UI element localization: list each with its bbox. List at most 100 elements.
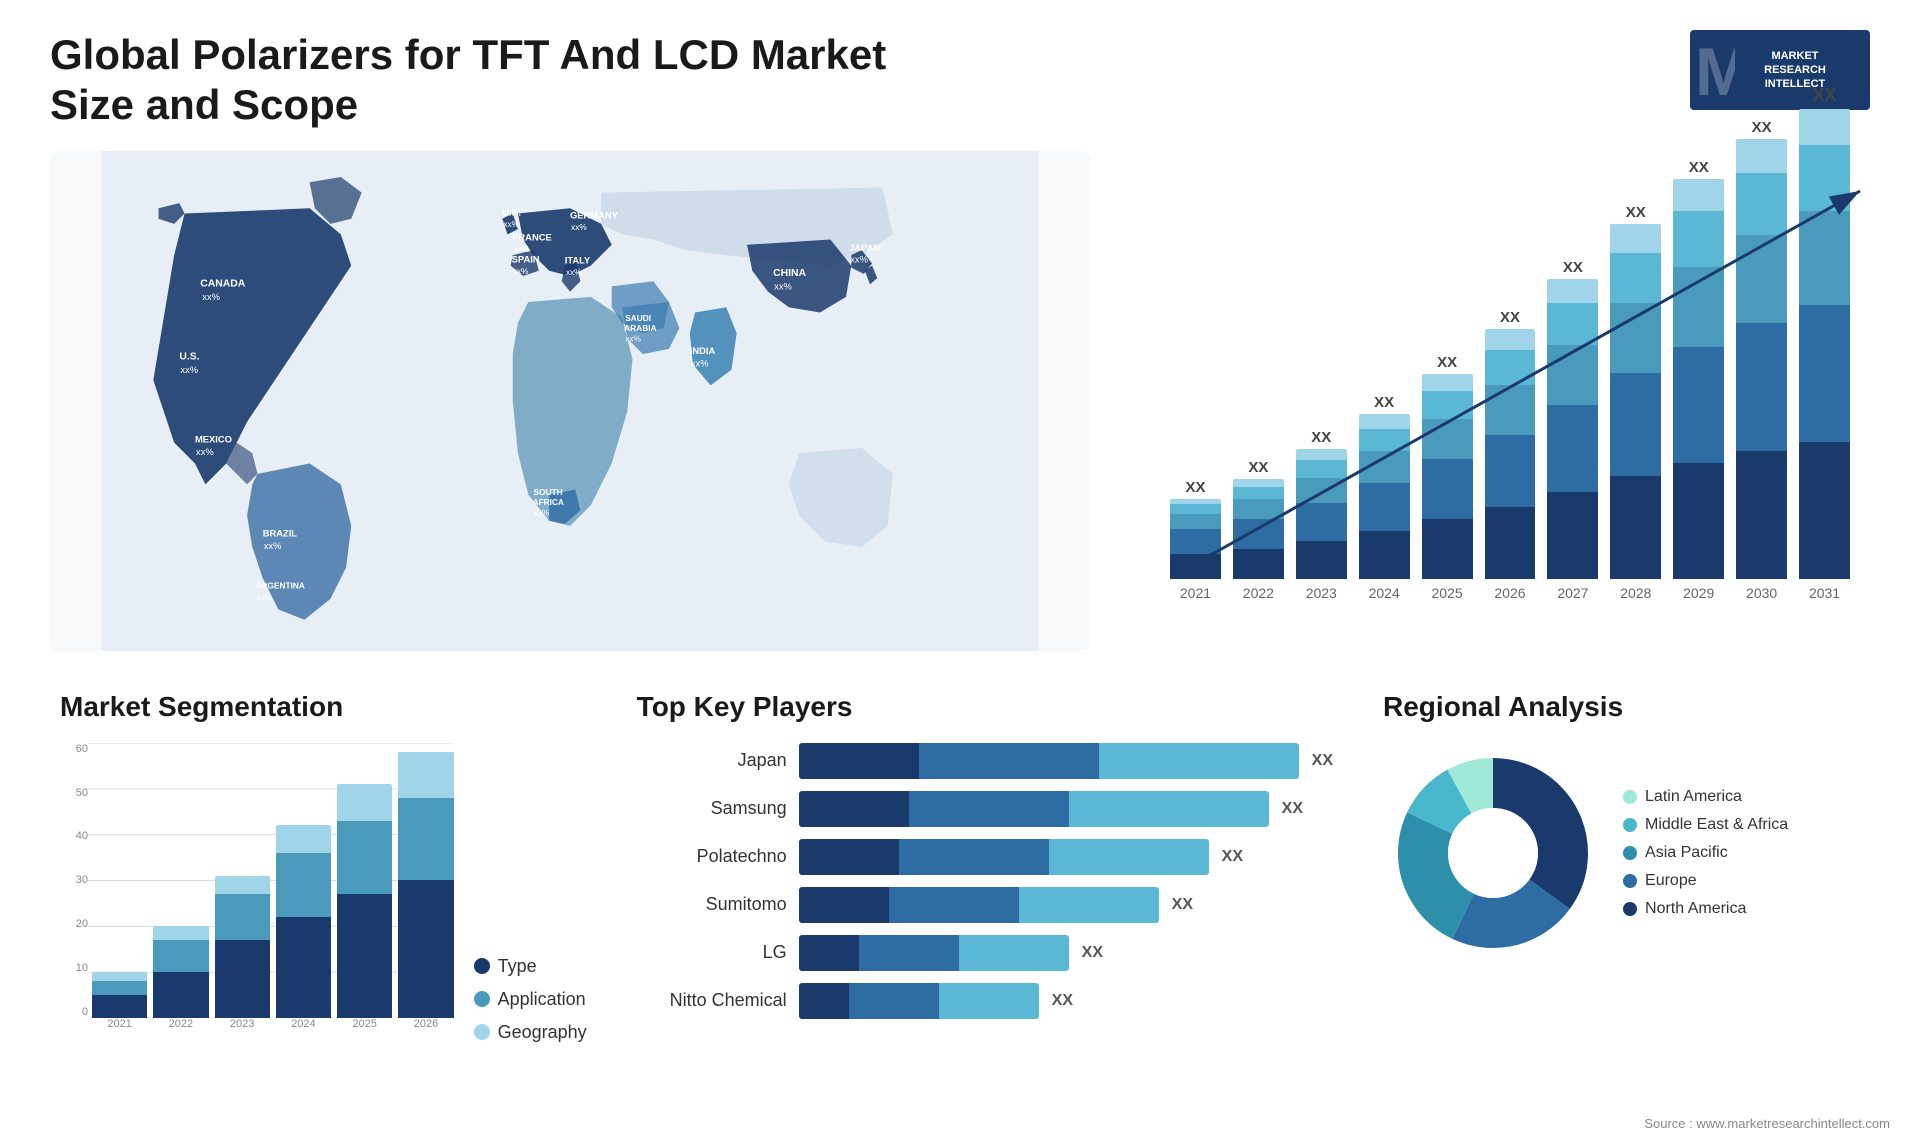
seg-bars-inner bbox=[92, 743, 454, 1018]
player-row-samsung: Samsung XX bbox=[637, 791, 1333, 827]
donut-chart bbox=[1383, 743, 1603, 963]
player-name-sumitomo: Sumitomo bbox=[637, 894, 787, 915]
bar-2031: XX 2031 bbox=[1799, 85, 1850, 601]
seg-bar-2021 bbox=[92, 972, 147, 1018]
market-segmentation: Market Segmentation 0 10 20 30 40 50 60 bbox=[50, 681, 597, 1121]
svg-text:ARABIA: ARABIA bbox=[624, 323, 656, 333]
bottom-section: Market Segmentation 0 10 20 30 40 50 60 bbox=[50, 681, 1870, 1121]
header: Global Polarizers for TFT And LCD Market… bbox=[50, 30, 1870, 131]
bar-2023: XX 2023 bbox=[1296, 429, 1347, 601]
player-name-samsung: Samsung bbox=[637, 798, 787, 819]
players-list: Japan XX Samsung bbox=[637, 743, 1333, 1019]
svg-text:BRAZIL: BRAZIL bbox=[263, 528, 298, 538]
logo-icon: M bbox=[1695, 35, 1735, 105]
player-bar-nitto: XX bbox=[799, 983, 1333, 1019]
legend-asia-pacific: Asia Pacific bbox=[1623, 844, 1788, 862]
legend-geography: Geography bbox=[474, 1022, 587, 1043]
bar-2029: XX 2029 bbox=[1673, 159, 1724, 601]
svg-text:INDIA: INDIA bbox=[690, 346, 716, 356]
svg-text:xx%: xx% bbox=[625, 333, 641, 343]
y-axis: 0 10 20 30 40 50 60 bbox=[60, 743, 88, 1018]
player-name-japan: Japan bbox=[637, 750, 787, 771]
latin-america-dot bbox=[1623, 790, 1637, 804]
svg-text:U.S.: U.S. bbox=[179, 351, 199, 362]
svg-text:xx%: xx% bbox=[202, 292, 220, 302]
bar-2021: XX 2021 bbox=[1170, 479, 1221, 601]
legend-application: Application bbox=[474, 989, 587, 1010]
north-america-dot bbox=[1623, 902, 1637, 916]
svg-text:GERMANY: GERMANY bbox=[570, 210, 619, 220]
svg-text:JAPAN: JAPAN bbox=[849, 243, 880, 253]
player-row-sumitomo: Sumitomo XX bbox=[637, 887, 1333, 923]
seg-bar-2026 bbox=[398, 752, 453, 1018]
donut-svg bbox=[1383, 743, 1603, 963]
main-container: Global Polarizers for TFT And LCD Market… bbox=[0, 0, 1920, 1146]
seg-bar-2024 bbox=[276, 825, 331, 1018]
seg-bar-2022 bbox=[153, 926, 208, 1018]
bar-2028: XX 2028 bbox=[1610, 204, 1661, 601]
svg-text:M: M bbox=[1695, 35, 1735, 105]
svg-text:xx%: xx% bbox=[513, 266, 529, 276]
map-container: CANADA xx% U.S. xx% MEXICO xx% BRAZIL xx… bbox=[50, 151, 1090, 651]
svg-text:SPAIN: SPAIN bbox=[512, 254, 540, 264]
bar-2024: XX 2024 bbox=[1359, 394, 1410, 601]
svg-text:xx%: xx% bbox=[256, 592, 272, 602]
region-legend: Latin America Middle East & Africa Asia … bbox=[1623, 788, 1788, 918]
page-title: Global Polarizers for TFT And LCD Market… bbox=[50, 30, 950, 131]
bar-2030: XX 2030 bbox=[1736, 119, 1787, 601]
europe-dot bbox=[1623, 874, 1637, 888]
svg-text:CHINA: CHINA bbox=[773, 268, 806, 279]
seg-bar-2025 bbox=[337, 784, 392, 1018]
player-bar-japan: XX bbox=[799, 743, 1333, 779]
svg-text:CANADA: CANADA bbox=[200, 278, 246, 289]
legend-type: Type bbox=[474, 956, 587, 977]
world-map-svg: CANADA xx% U.S. xx% MEXICO xx% BRAZIL xx… bbox=[50, 151, 1090, 651]
svg-text:xx%: xx% bbox=[196, 447, 214, 457]
svg-text:xx%: xx% bbox=[850, 254, 868, 264]
legend-middle-east: Middle East & Africa bbox=[1623, 816, 1788, 834]
svg-text:FRANCE: FRANCE bbox=[513, 232, 552, 242]
growth-bars: XX 2021 XX bbox=[1170, 181, 1850, 601]
player-row-japan: Japan XX bbox=[637, 743, 1333, 779]
svg-text:xx%: xx% bbox=[566, 267, 582, 277]
seg-legend: Type Application Geography bbox=[474, 936, 587, 1043]
growth-chart-container: XX 2021 XX bbox=[1120, 151, 1870, 651]
svg-text:xx%: xx% bbox=[774, 281, 792, 291]
key-players: Top Key Players Japan XX bbox=[627, 681, 1343, 1121]
bar-2022: XX 2022 bbox=[1233, 459, 1284, 601]
seg-x-labels: 2021 2022 2023 2024 2025 2026 bbox=[92, 1018, 454, 1043]
svg-text:xx%: xx% bbox=[691, 358, 709, 368]
svg-text:xx%: xx% bbox=[571, 222, 587, 232]
segmentation-title: Market Segmentation bbox=[60, 691, 587, 723]
player-name-nitto: Nitto Chemical bbox=[637, 990, 787, 1011]
donut-area: Latin America Middle East & Africa Asia … bbox=[1383, 743, 1860, 963]
asia-pacific-dot bbox=[1623, 846, 1637, 860]
player-bar-polatechno: XX bbox=[799, 839, 1333, 875]
svg-text:MEXICO: MEXICO bbox=[195, 434, 232, 444]
svg-text:SOUTH: SOUTH bbox=[534, 487, 563, 497]
bar-2027: XX 2027 bbox=[1547, 259, 1598, 601]
player-bar-samsung: XX bbox=[799, 791, 1333, 827]
source-text: Source : www.marketresearchintellect.com bbox=[1644, 1116, 1890, 1131]
seg-bar-2023 bbox=[215, 876, 270, 1018]
svg-text:xx%: xx% bbox=[514, 244, 530, 254]
regional-title: Regional Analysis bbox=[1383, 691, 1860, 723]
logo-text: MARKET RESEARCH INTELLECT bbox=[1734, 49, 1826, 92]
svg-text:ITALY: ITALY bbox=[565, 255, 591, 265]
application-dot bbox=[474, 991, 490, 1007]
player-row-polatechno: Polatechno XX bbox=[637, 839, 1333, 875]
player-name-polatechno: Polatechno bbox=[637, 846, 787, 867]
key-players-title: Top Key Players bbox=[637, 691, 1333, 723]
seg-chart-area: 0 10 20 30 40 50 60 bbox=[60, 743, 587, 1043]
player-bar-lg: XX bbox=[799, 935, 1333, 971]
bar-2026: XX 2026 bbox=[1485, 309, 1536, 601]
legend-europe: Europe bbox=[1623, 872, 1788, 890]
svg-text:xx%: xx% bbox=[264, 541, 282, 551]
svg-text:AFRICA: AFRICA bbox=[533, 497, 564, 507]
legend-north-america: North America bbox=[1623, 900, 1788, 918]
svg-text:U.K.: U.K. bbox=[502, 207, 521, 217]
player-row-lg: LG XX bbox=[637, 935, 1333, 971]
svg-text:ARGENTINA: ARGENTINA bbox=[255, 580, 305, 590]
legend-latin-america: Latin America bbox=[1623, 788, 1788, 806]
regional-analysis: Regional Analysis bbox=[1373, 681, 1870, 1121]
